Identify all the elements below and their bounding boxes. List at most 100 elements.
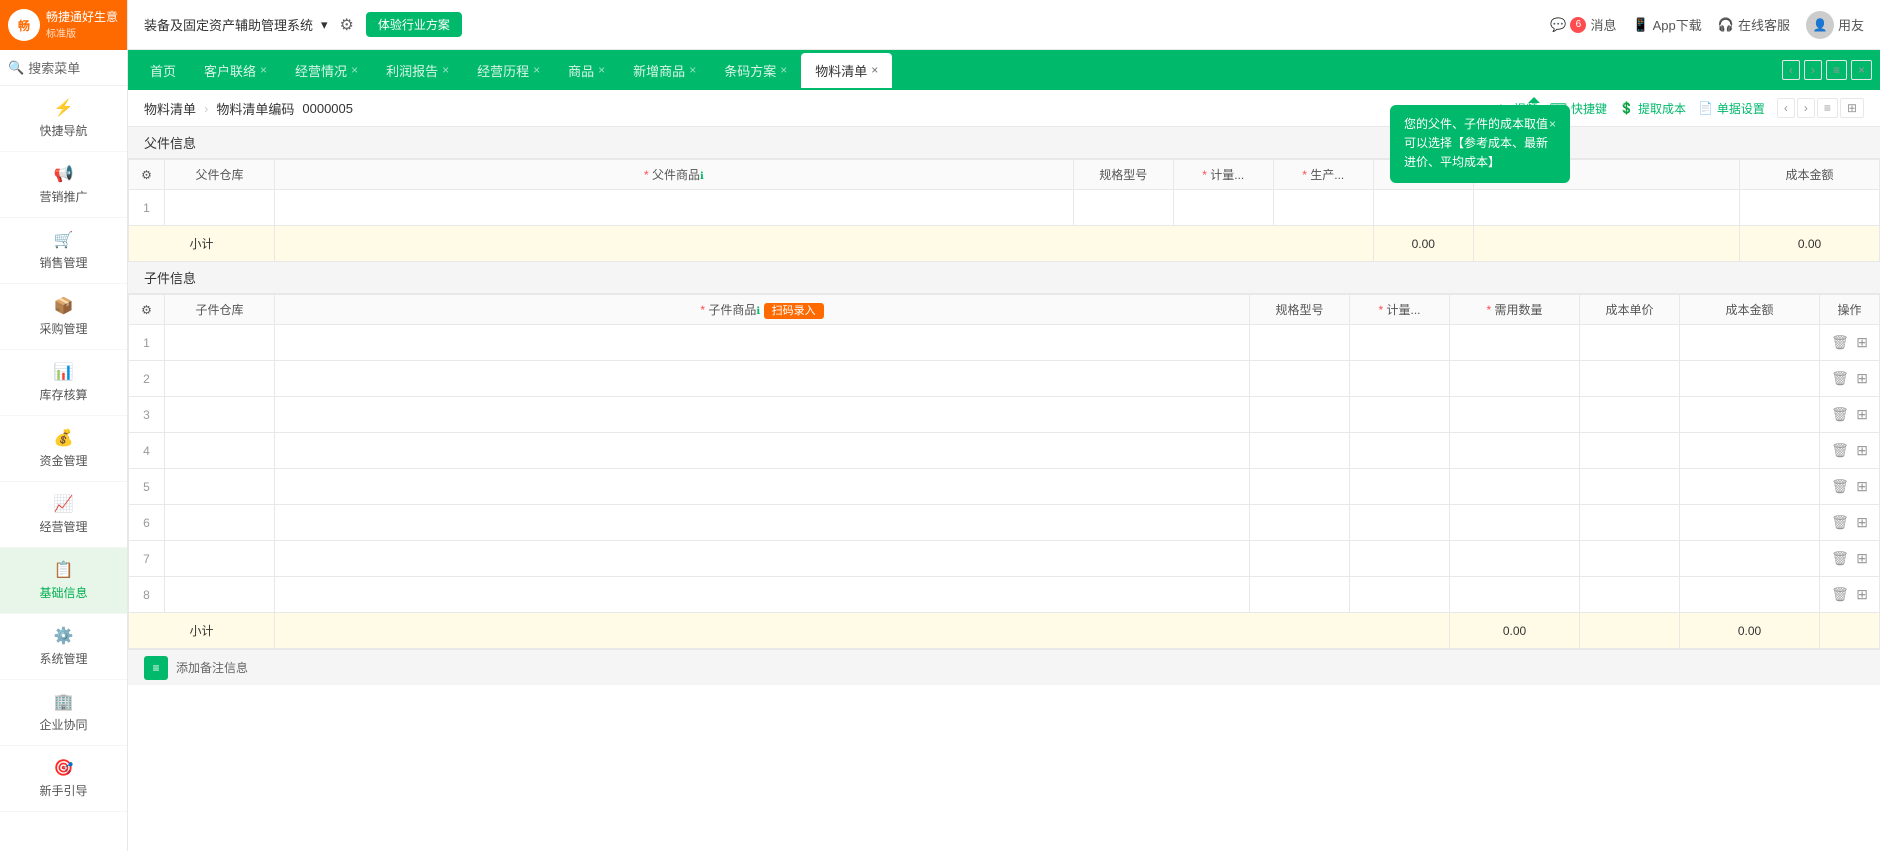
tab-menu[interactable]: ≡ bbox=[1826, 60, 1847, 80]
child-warehouse-cell[interactable] bbox=[165, 433, 275, 469]
child-unit-cell[interactable] bbox=[1350, 397, 1450, 433]
child-unit-price-cell[interactable] bbox=[1580, 577, 1680, 613]
sidebar-item-enterprise[interactable]: 🏢 企业协同 bbox=[0, 680, 127, 746]
breadcrumb-bom[interactable]: 物料清单 bbox=[144, 99, 196, 118]
tab-barcode-close[interactable]: × bbox=[780, 63, 787, 77]
close-all-tabs[interactable]: × bbox=[1851, 60, 1872, 80]
child-spec-cell[interactable] bbox=[1250, 361, 1350, 397]
child-unit-cell[interactable] bbox=[1350, 433, 1450, 469]
child-product-cell[interactable] bbox=[275, 325, 1250, 361]
child-amount-cell[interactable] bbox=[1680, 505, 1820, 541]
child-qty-cell[interactable] bbox=[1450, 325, 1580, 361]
delete-icon[interactable]: 🗑 bbox=[1831, 514, 1849, 530]
child-amount-cell[interactable] bbox=[1680, 325, 1820, 361]
sidebar-item-quicknav[interactable]: ⚡ 快捷导航 bbox=[0, 86, 127, 152]
copy-icon[interactable]: ⊞ bbox=[1856, 550, 1868, 566]
copy-icon[interactable]: ⊞ bbox=[1856, 478, 1868, 494]
sidebar-item-sales[interactable]: 🛒 销售管理 bbox=[0, 218, 127, 284]
child-spec-cell[interactable] bbox=[1250, 469, 1350, 505]
child-amount-cell[interactable] bbox=[1680, 433, 1820, 469]
copy-icon[interactable]: ⊞ bbox=[1856, 370, 1868, 386]
child-product-cell[interactable] bbox=[275, 541, 1250, 577]
delete-icon[interactable]: 🗑 bbox=[1831, 550, 1849, 566]
child-qty-cell[interactable] bbox=[1450, 541, 1580, 577]
extract-cost-button[interactable]: 💲 提取成本 bbox=[1619, 100, 1686, 117]
online-service-button[interactable]: 🎧 在线客服 bbox=[1718, 15, 1790, 34]
child-spec-cell[interactable] bbox=[1250, 577, 1350, 613]
delete-icon[interactable]: 🗑 bbox=[1831, 370, 1849, 386]
parent-amount-cell[interactable] bbox=[1740, 190, 1880, 226]
child-unit-cell[interactable] bbox=[1350, 577, 1450, 613]
tab-history-close[interactable]: × bbox=[533, 63, 540, 77]
child-warehouse-cell[interactable] bbox=[165, 325, 275, 361]
tab-history[interactable]: 经营历程 × bbox=[463, 53, 554, 88]
child-product-cell[interactable] bbox=[275, 505, 1250, 541]
tab-operations[interactable]: 经营情况 × bbox=[281, 53, 372, 88]
tab-operations-close[interactable]: × bbox=[351, 63, 358, 77]
tab-customer-close[interactable]: × bbox=[260, 63, 267, 77]
child-product-cell[interactable] bbox=[275, 469, 1250, 505]
copy-icon[interactable]: ⊞ bbox=[1856, 514, 1868, 530]
parent-product-cell[interactable] bbox=[275, 190, 1074, 226]
list-view-button[interactable]: ≡ bbox=[1817, 98, 1838, 118]
parent-spec-cell[interactable] bbox=[1073, 190, 1173, 226]
delete-icon[interactable]: 🗑 bbox=[1831, 406, 1849, 422]
delete-icon[interactable]: 🗑 bbox=[1831, 586, 1849, 602]
child-spec-cell[interactable] bbox=[1250, 433, 1350, 469]
child-warehouse-cell[interactable] bbox=[165, 505, 275, 541]
child-th-settings[interactable]: ⚙ bbox=[129, 295, 165, 325]
delete-icon[interactable]: 🗑 bbox=[1831, 442, 1849, 458]
copy-icon[interactable]: ⊞ bbox=[1856, 406, 1868, 422]
child-qty-cell[interactable] bbox=[1450, 505, 1580, 541]
tab-new-goods-close[interactable]: × bbox=[689, 63, 696, 77]
child-spec-cell[interactable] bbox=[1250, 325, 1350, 361]
child-amount-cell[interactable] bbox=[1680, 397, 1820, 433]
child-amount-cell[interactable] bbox=[1680, 577, 1820, 613]
child-amount-cell[interactable] bbox=[1680, 469, 1820, 505]
child-spec-cell[interactable] bbox=[1250, 505, 1350, 541]
parent-warehouse-cell[interactable] bbox=[165, 190, 275, 226]
notes-text[interactable]: 添加备注信息 bbox=[176, 659, 248, 676]
parent-th-settings[interactable]: ⚙ bbox=[129, 160, 165, 190]
child-warehouse-cell[interactable] bbox=[165, 397, 275, 433]
sidebar-item-inventory[interactable]: 📊 库存核算 bbox=[0, 350, 127, 416]
child-warehouse-cell[interactable] bbox=[165, 541, 275, 577]
messages-button[interactable]: 💬 6 消息 bbox=[1550, 15, 1616, 34]
sidebar-item-system[interactable]: ⚙️ 系统管理 bbox=[0, 614, 127, 680]
sidebar-item-marketing[interactable]: 📢 营销推广 bbox=[0, 152, 127, 218]
tab-goods[interactable]: 商品 × bbox=[554, 53, 619, 88]
child-warehouse-cell[interactable] bbox=[165, 469, 275, 505]
copy-icon[interactable]: ⊞ bbox=[1856, 442, 1868, 458]
user-menu[interactable]: 👤 用友 bbox=[1806, 11, 1864, 39]
child-unit-price-cell[interactable] bbox=[1580, 361, 1680, 397]
sidebar-item-finance[interactable]: 💰 资金管理 bbox=[0, 416, 127, 482]
parent-cost-cell[interactable] bbox=[1373, 190, 1473, 226]
expand-button[interactable]: ⊞ bbox=[1840, 98, 1864, 118]
scan-button[interactable]: 扫码录入 bbox=[764, 303, 824, 319]
child-amount-cell[interactable] bbox=[1680, 541, 1820, 577]
child-product-cell[interactable] bbox=[275, 361, 1250, 397]
child-warehouse-cell[interactable] bbox=[165, 361, 275, 397]
sidebar-item-basicinfo[interactable]: 📋 基础信息 bbox=[0, 548, 127, 614]
child-qty-cell[interactable] bbox=[1450, 469, 1580, 505]
child-unit-cell[interactable] bbox=[1350, 469, 1450, 505]
child-unit-price-cell[interactable] bbox=[1580, 505, 1680, 541]
tab-scroll-right[interactable]: › bbox=[1804, 60, 1822, 80]
child-qty-cell[interactable] bbox=[1450, 433, 1580, 469]
child-product-cell[interactable] bbox=[275, 433, 1250, 469]
child-spec-cell[interactable] bbox=[1250, 541, 1350, 577]
next-page-button[interactable]: › bbox=[1797, 98, 1815, 118]
app-download-button[interactable]: 📱 App下载 bbox=[1632, 15, 1701, 34]
child-qty-cell[interactable] bbox=[1450, 577, 1580, 613]
parent-unit-cell[interactable] bbox=[1173, 190, 1273, 226]
sidebar-item-newbie[interactable]: 🎯 新手引导 bbox=[0, 746, 127, 812]
tab-bom[interactable]: 物料清单 × bbox=[801, 53, 892, 88]
tab-home[interactable]: 首页 bbox=[136, 53, 190, 88]
trial-button[interactable]: 体验行业方案 bbox=[366, 12, 462, 37]
tab-bom-close[interactable]: × bbox=[871, 63, 878, 77]
child-unit-cell[interactable] bbox=[1350, 541, 1450, 577]
child-warehouse-cell[interactable] bbox=[165, 577, 275, 613]
tab-goods-close[interactable]: × bbox=[598, 63, 605, 77]
child-unit-price-cell[interactable] bbox=[1580, 325, 1680, 361]
tab-barcode[interactable]: 条码方案 × bbox=[710, 53, 801, 88]
